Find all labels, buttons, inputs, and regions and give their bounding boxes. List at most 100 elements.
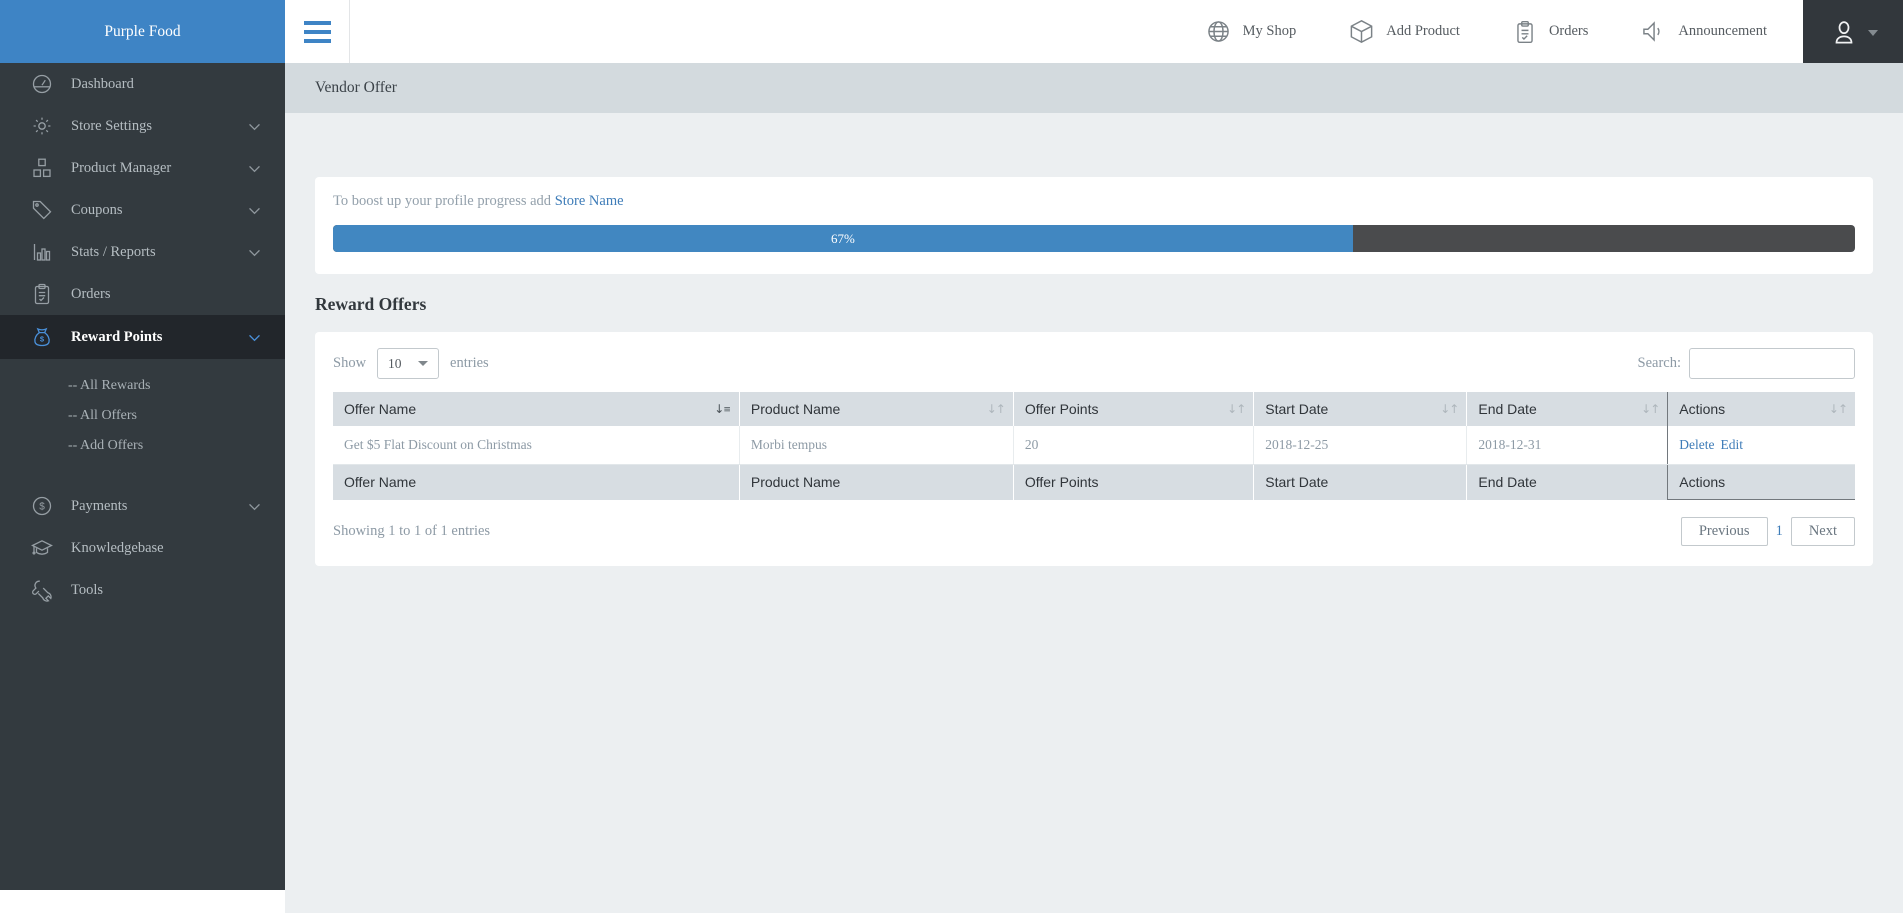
caret-down-icon bbox=[1867, 29, 1878, 36]
chevron-down-icon bbox=[249, 207, 260, 214]
wrench-icon bbox=[30, 578, 54, 602]
search-label: Search: bbox=[1637, 355, 1681, 371]
topbar: Purple Food My Shop Add Product Orders A… bbox=[0, 0, 1903, 63]
show-label: Show bbox=[333, 355, 367, 371]
column-header-label: End Date bbox=[1478, 401, 1537, 417]
current-page-number[interactable]: 1 bbox=[1776, 523, 1783, 540]
page-length-control: Show 10 entries bbox=[333, 348, 489, 379]
chevron-down-icon bbox=[249, 334, 260, 341]
sort-both-icon: ↓↑ bbox=[1440, 402, 1459, 416]
gear-icon bbox=[30, 114, 54, 138]
search-input[interactable] bbox=[1689, 348, 1855, 379]
cell-product-name: Morbi tempus bbox=[738, 426, 1014, 465]
topnav-label: Add Product bbox=[1386, 23, 1460, 39]
topnav-my-shop[interactable]: My Shop bbox=[1205, 18, 1297, 45]
sidebar-item-orders[interactable]: Orders bbox=[0, 273, 285, 315]
progress-message: To boost up your profile progress add St… bbox=[333, 193, 1855, 210]
delete-link[interactable]: Delete bbox=[1679, 437, 1714, 452]
globe-icon bbox=[1205, 18, 1232, 45]
column-header-actions[interactable]: Actions ↓↑ bbox=[1667, 392, 1855, 426]
column-header-start-date[interactable]: Start Date ↓↑ bbox=[1253, 392, 1467, 426]
sidebar-item-label: Coupons bbox=[71, 201, 123, 218]
column-header-label: Actions bbox=[1679, 401, 1726, 417]
column-header-label: Offer Points bbox=[1024, 401, 1099, 417]
sidebar-item-payments[interactable]: $ Payments bbox=[0, 485, 285, 527]
sidebar-item-label: Orders bbox=[71, 285, 111, 302]
cell-start-date: 2018-12-25 bbox=[1253, 426, 1467, 465]
app: Purple Food My Shop Add Product Orders A… bbox=[0, 0, 1903, 913]
page-length-select[interactable]: 10 bbox=[377, 348, 440, 379]
sidebar-item-tools[interactable]: Tools bbox=[0, 569, 285, 611]
sidebar-item-store-settings[interactable]: Store Settings bbox=[0, 105, 285, 147]
progress-percent-label: 67% bbox=[830, 230, 855, 246]
footer-product-name: Product Name bbox=[738, 464, 1014, 500]
table-footer-row: Offer Name Product Name Offer Points Sta… bbox=[333, 464, 1855, 500]
sidebar-item-label: Reward Points bbox=[71, 328, 163, 345]
cell-offer-points: 20 bbox=[1012, 426, 1254, 465]
sidebar-item-knowledgebase[interactable]: Knowledgebase bbox=[0, 527, 285, 569]
sidebar-item-label: Product Manager bbox=[71, 159, 172, 176]
coupon-tag-icon bbox=[30, 198, 54, 222]
sidebar-item-label: Tools bbox=[71, 581, 104, 598]
sidebar: Dashboard Store Settings Product Manager bbox=[0, 63, 285, 890]
footer-actions: Actions bbox=[1667, 464, 1855, 500]
footer-offer-points: Offer Points bbox=[1012, 464, 1254, 500]
dashboard-gauge-icon bbox=[30, 72, 54, 96]
column-header-label: Offer Name bbox=[344, 401, 417, 417]
column-header-end-date[interactable]: End Date ↓↑ bbox=[1466, 392, 1668, 426]
table-controls: Show 10 entries Search: bbox=[333, 348, 1855, 379]
sidebar-item-product-manager[interactable]: Product Manager bbox=[0, 147, 285, 189]
submenu-item-add-offers[interactable]: -- Add Offers bbox=[0, 431, 285, 461]
sidebar-item-stats-reports[interactable]: Stats / Reports bbox=[0, 231, 285, 273]
store-name-link[interactable]: Store Name bbox=[555, 193, 624, 209]
topnav-add-product[interactable]: Add Product bbox=[1348, 18, 1460, 45]
cell-offer-name: Get $5 Flat Discount on Christmas bbox=[333, 426, 740, 465]
reward-offers-table: Offer Name ↓≡ Product Name ↓↑ Offer Poin… bbox=[333, 392, 1855, 500]
sidebar-item-reward-points[interactable]: $ Reward Points bbox=[0, 315, 285, 359]
column-header-offer-points[interactable]: Offer Points ↓↑ bbox=[1012, 392, 1254, 426]
page-title: Vendor Offer bbox=[315, 79, 397, 96]
section-title: Reward Offers bbox=[315, 294, 427, 314]
column-header-offer-name[interactable]: Offer Name ↓≡ bbox=[333, 392, 740, 426]
dollar-circle-icon: $ bbox=[30, 494, 54, 518]
sort-descending-icon: ↓≡ bbox=[714, 402, 731, 416]
edit-link[interactable]: Edit bbox=[1720, 437, 1743, 452]
svg-text:$: $ bbox=[39, 502, 45, 513]
main-content: Vendor Offer To boost up your profile pr… bbox=[285, 63, 1903, 913]
topnav-announcement[interactable]: Announcement bbox=[1640, 18, 1767, 45]
brand[interactable]: Purple Food bbox=[0, 0, 285, 63]
breadcrumb: Vendor Offer bbox=[285, 63, 1903, 113]
sidebar-item-coupons[interactable]: Coupons bbox=[0, 189, 285, 231]
footer-start-date: Start Date bbox=[1253, 464, 1467, 500]
money-bag-icon: $ bbox=[30, 325, 54, 349]
sort-both-icon: ↓↑ bbox=[986, 402, 1006, 416]
topnav-label: My Shop bbox=[1242, 23, 1297, 39]
topnav-orders[interactable]: Orders bbox=[1512, 19, 1588, 45]
submenu-item-all-rewards[interactable]: -- All Rewards bbox=[0, 371, 285, 401]
user-menu[interactable] bbox=[1803, 0, 1903, 63]
announcement-icon bbox=[1640, 18, 1667, 45]
sidebar-item-label: Stats / Reports bbox=[71, 243, 156, 260]
sort-both-icon: ↓↑ bbox=[1828, 402, 1848, 416]
hamburger-icon bbox=[303, 16, 331, 48]
submenu-item-all-offers[interactable]: -- All Offers bbox=[0, 401, 285, 431]
reward-offers-card: Show 10 entries Search: Offer Name ↓≡ Pr… bbox=[315, 332, 1873, 566]
previous-page-button[interactable]: Previous bbox=[1680, 517, 1768, 546]
progress-bar-track: 67% bbox=[333, 225, 1855, 252]
topnav-label: Announcement bbox=[1678, 23, 1767, 39]
column-header-product-name[interactable]: Product Name ↓↑ bbox=[738, 392, 1014, 426]
menu-toggle-button[interactable] bbox=[285, 0, 350, 63]
sort-both-icon: ↓↑ bbox=[1227, 402, 1246, 416]
footer-end-date: End Date bbox=[1466, 464, 1668, 500]
bar-chart-icon bbox=[30, 240, 54, 264]
table-row: Get $5 Flat Discount on Christmas Morbi … bbox=[333, 426, 1855, 465]
column-header-label: Start Date bbox=[1265, 401, 1329, 417]
chevron-down-icon bbox=[249, 249, 260, 256]
sidebar-item-dashboard[interactable]: Dashboard bbox=[0, 63, 285, 105]
progress-fill: 67% bbox=[333, 225, 1353, 252]
chevron-down-icon bbox=[249, 123, 260, 130]
graduation-cap-icon bbox=[30, 536, 54, 560]
table-header-row: Offer Name ↓≡ Product Name ↓↑ Offer Poin… bbox=[333, 392, 1855, 426]
sidebar-item-label: Store Settings bbox=[71, 117, 152, 134]
next-page-button[interactable]: Next bbox=[1790, 517, 1855, 546]
